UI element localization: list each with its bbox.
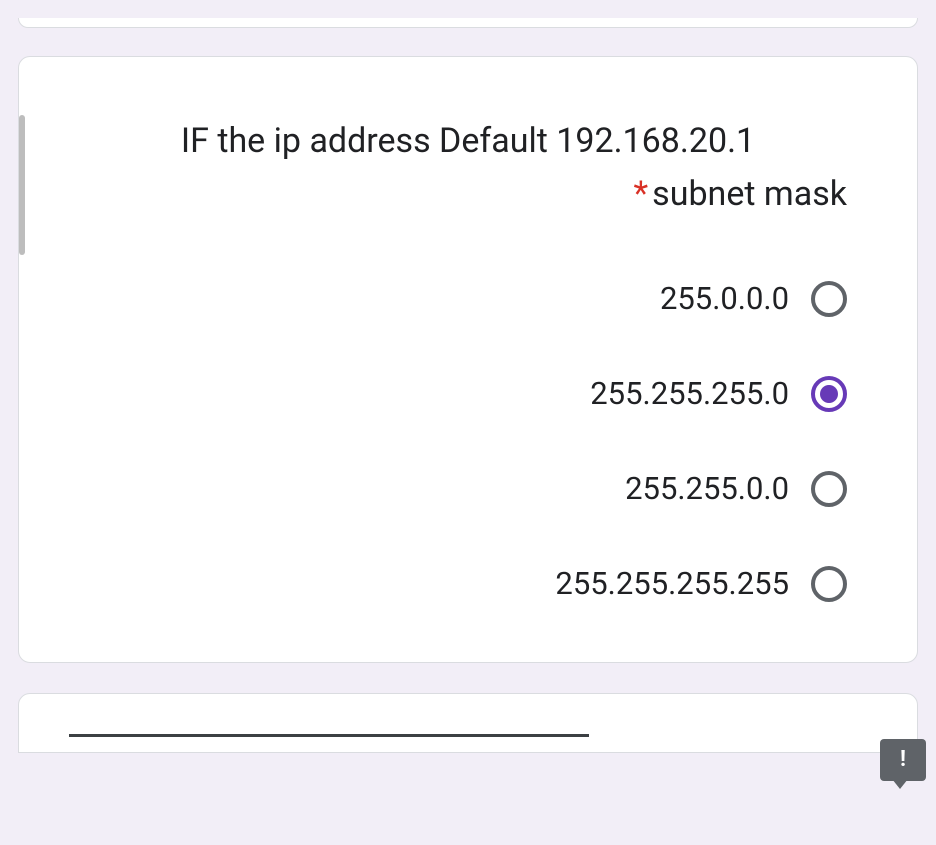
- input-underline: [69, 734, 589, 737]
- option-row[interactable]: 255.255.0.0: [89, 470, 847, 507]
- option-row[interactable]: 255.0.0.0: [89, 280, 847, 317]
- previous-card-bottom: [18, 18, 918, 28]
- radio-icon[interactable]: [811, 566, 847, 602]
- question-line-1: IF the ip address Default 192.168.20.1: [89, 115, 847, 168]
- scroll-indicator: [19, 115, 25, 255]
- option-row[interactable]: 255.255.255.0: [89, 375, 847, 412]
- option-label: 255.255.255.0: [590, 375, 789, 412]
- option-label: 255.0.0.0: [660, 280, 789, 317]
- next-card-top: [18, 693, 918, 753]
- feedback-button[interactable]: !: [880, 739, 926, 781]
- radio-icon[interactable]: [811, 471, 847, 507]
- options-group: 255.0.0.0 255.255.255.0 255.255.0.0 255.…: [89, 280, 847, 602]
- option-label: 255.255.255.255: [555, 565, 789, 602]
- required-asterisk: *: [634, 174, 649, 214]
- radio-icon[interactable]: [811, 376, 847, 412]
- question-line-2-text: subnet mask: [652, 174, 847, 214]
- question-title: IF the ip address Default 192.168.20.1 *…: [89, 115, 847, 220]
- option-row[interactable]: 255.255.255.255: [89, 565, 847, 602]
- radio-icon[interactable]: [811, 281, 847, 317]
- exclamation-icon: !: [900, 749, 906, 771]
- question-card: IF the ip address Default 192.168.20.1 *…: [18, 56, 918, 663]
- question-line-2: *subnet mask: [89, 168, 847, 221]
- option-label: 255.255.0.0: [625, 470, 789, 507]
